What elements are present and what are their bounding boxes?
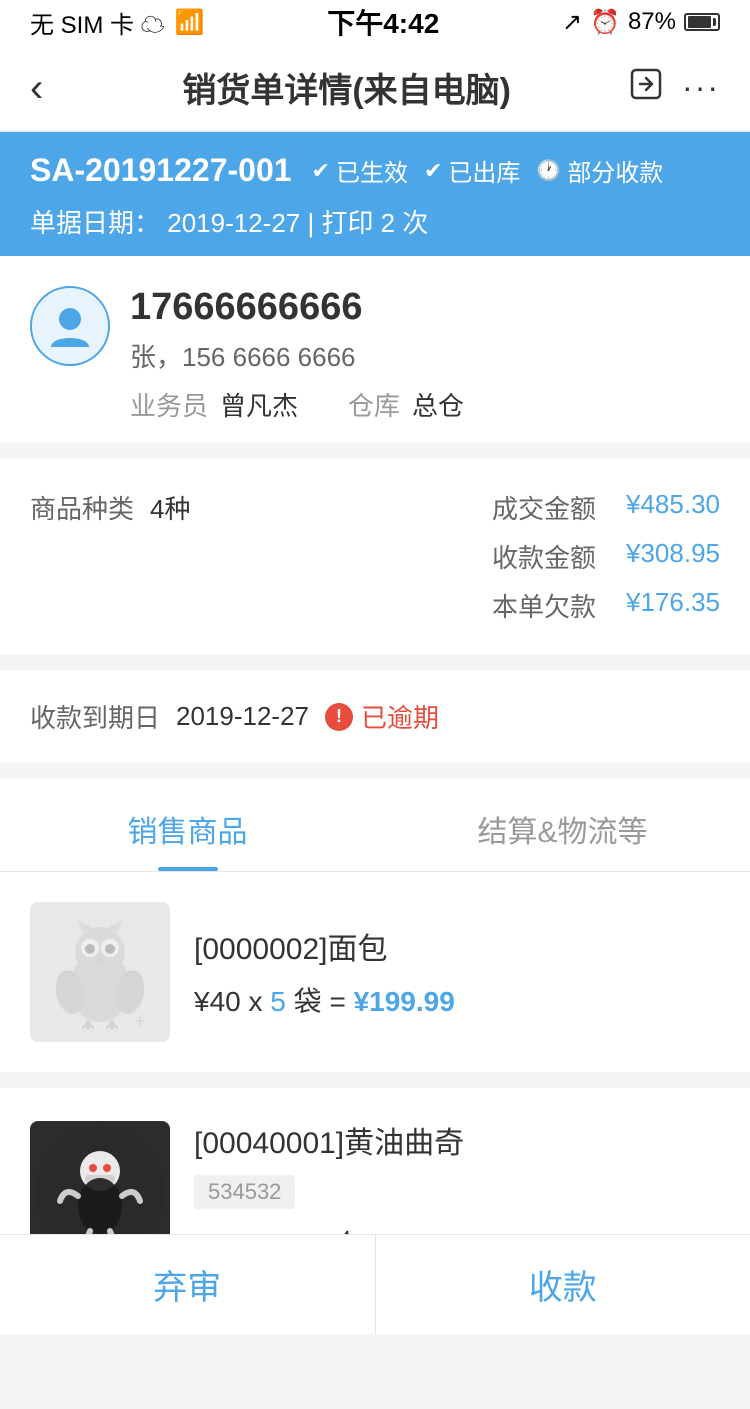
received-amount-row: 收款金额 ¥308.95 xyxy=(492,538,720,575)
products-list: + [0000002]面包 ¥40 x 5 袋 = ¥199.99 xyxy=(0,872,750,1293)
share-button[interactable] xyxy=(630,68,662,108)
abandon-review-button[interactable]: 弃审 xyxy=(0,1235,376,1334)
customer-avatar xyxy=(30,286,110,366)
status-right: ↗ ⏰ 87% xyxy=(562,8,720,37)
product-thumbnail-1: + xyxy=(30,902,170,1042)
customer-id: 17666666666 xyxy=(130,286,720,329)
price-unit-1: ¥40 xyxy=(194,986,241,1017)
outstanding-amount-row: 本单欠款 ¥176.35 xyxy=(492,587,720,624)
tabs-section: 销售商品 结算&物流等 xyxy=(0,779,750,872)
alarm-icon: ⏰ xyxy=(590,8,620,37)
print-info: | 打印 2 次 xyxy=(307,208,428,238)
amounts-summary: 成交金额 ¥485.30 收款金额 ¥308.95 本单欠款 ¥176.35 xyxy=(492,489,720,624)
back-button[interactable]: ‹ xyxy=(30,68,63,108)
sales-person: 业务员 曾凡杰 xyxy=(130,386,298,423)
outstanding-label: 本单欠款 xyxy=(492,587,596,624)
status-bar: 无 SIM 卡 ☁ 📶 下午4:42 ↗ ⏰ 87% xyxy=(0,0,750,44)
tab-sales-products[interactable]: 销售商品 xyxy=(0,779,375,871)
customer-meta: 业务员 曾凡杰 仓库 总仓 xyxy=(130,386,720,423)
equals-sign-1: = xyxy=(329,986,353,1017)
warehouse-label: 仓库 xyxy=(348,386,400,423)
status-time: 下午4:42 xyxy=(327,2,439,42)
product-name-2: [00040001]黄油曲奇 xyxy=(194,1118,720,1162)
badge-shipped: ✔ 已出库 xyxy=(424,153,520,188)
qty-unit-1: 袋 xyxy=(294,986,322,1017)
qty-1: 5 xyxy=(270,986,286,1017)
product-kinds: 商品种类 4种 xyxy=(30,489,492,526)
order-id: SA-20191227-001 xyxy=(30,152,292,189)
bottom-bar: 弃审 收款 xyxy=(0,1234,750,1334)
kinds-label: 商品种类 xyxy=(30,489,134,526)
sales-label: 业务员 xyxy=(130,386,208,423)
wifi-icon: 📶 xyxy=(175,8,205,37)
product-sku-2: 534532 xyxy=(194,1175,295,1209)
date-label: 单据日期： xyxy=(30,208,160,238)
order-date-row: 单据日期： 2019-12-27 | 打印 2 次 xyxy=(30,203,720,240)
battery-icon xyxy=(684,13,720,31)
battery-percent: 87% xyxy=(628,8,676,36)
order-header-banner: SA-20191227-001 ✔ 已生效 ✔ 已出库 🕐 部分收款 单据日期：… xyxy=(0,132,750,256)
customer-section: 17666666666 张，156 6666 6666 业务员 曾凡杰 仓库 总… xyxy=(0,256,750,443)
transaction-label: 成交金额 xyxy=(492,489,596,526)
badge-partial-payment: 🕐 部分收款 xyxy=(536,153,663,188)
due-date-section: 收款到期日 2019-12-27 ! 已逾期 xyxy=(0,670,750,763)
summary-section: 商品种类 4种 成交金额 ¥485.30 收款金额 ¥308.95 本单欠款 ¥… xyxy=(0,459,750,654)
status-left: 无 SIM 卡 ☁ 📶 xyxy=(30,5,205,40)
page-title: 销货单详情(来自电脑) xyxy=(63,63,630,112)
sim-status: 无 SIM 卡 ☁ xyxy=(30,5,165,40)
sales-value: 曾凡杰 xyxy=(220,386,298,423)
warehouse-value: 总仓 xyxy=(412,386,464,423)
received-value: ¥308.95 xyxy=(626,538,720,575)
kinds-value: 4种 xyxy=(150,489,190,526)
list-item: + [0000002]面包 ¥40 x 5 袋 = ¥199.99 xyxy=(0,872,750,1072)
customer-name-phone: 张，156 6666 6666 xyxy=(130,337,720,374)
collect-payment-button[interactable]: 收款 xyxy=(376,1235,750,1334)
overdue-badge: ! 已逾期 xyxy=(325,698,439,735)
tab-settlement-logistics[interactable]: 结算&物流等 xyxy=(375,779,750,871)
due-date-value: 2019-12-27 xyxy=(176,701,309,732)
warehouse: 仓库 总仓 xyxy=(348,386,464,423)
customer-info: 17666666666 张，156 6666 6666 业务员 曾凡杰 仓库 总… xyxy=(130,286,720,423)
order-date: 2019-12-27 xyxy=(167,208,300,238)
check-icon-2: ✔ xyxy=(424,158,442,184)
transaction-value: ¥485.30 xyxy=(626,489,720,526)
order-badges: ✔ 已生效 ✔ 已出库 🕐 部分收款 xyxy=(312,153,664,188)
overdue-warning-icon: ! xyxy=(325,703,353,731)
due-label: 收款到期日 xyxy=(30,698,160,735)
badge-effective: ✔ 已生效 xyxy=(312,153,408,188)
transaction-amount-row: 成交金额 ¥485.30 xyxy=(492,489,720,526)
received-label: 收款金额 xyxy=(492,538,596,575)
clock-icon: 🕐 xyxy=(536,158,561,183)
overdue-text: 已逾期 xyxy=(361,698,439,735)
outstanding-value: ¥176.35 xyxy=(626,587,720,624)
product-info-1: [0000002]面包 ¥40 x 5 袋 = ¥199.99 xyxy=(194,924,720,1020)
total-1: ¥199.99 xyxy=(354,986,455,1017)
check-icon: ✔ xyxy=(312,158,330,184)
product-price-row-1: ¥40 x 5 袋 = ¥199.99 xyxy=(194,980,720,1020)
product-name-1: [0000002]面包 xyxy=(194,924,720,968)
multiply-sign-1: x xyxy=(249,986,271,1017)
nav-bar: ‹ 销货单详情(来自电脑) ··· xyxy=(0,44,750,132)
more-button[interactable]: ··· xyxy=(682,69,720,106)
nav-actions: ··· xyxy=(630,68,720,108)
location-icon: ↗ xyxy=(562,8,582,37)
svg-text:+: + xyxy=(135,1011,146,1031)
